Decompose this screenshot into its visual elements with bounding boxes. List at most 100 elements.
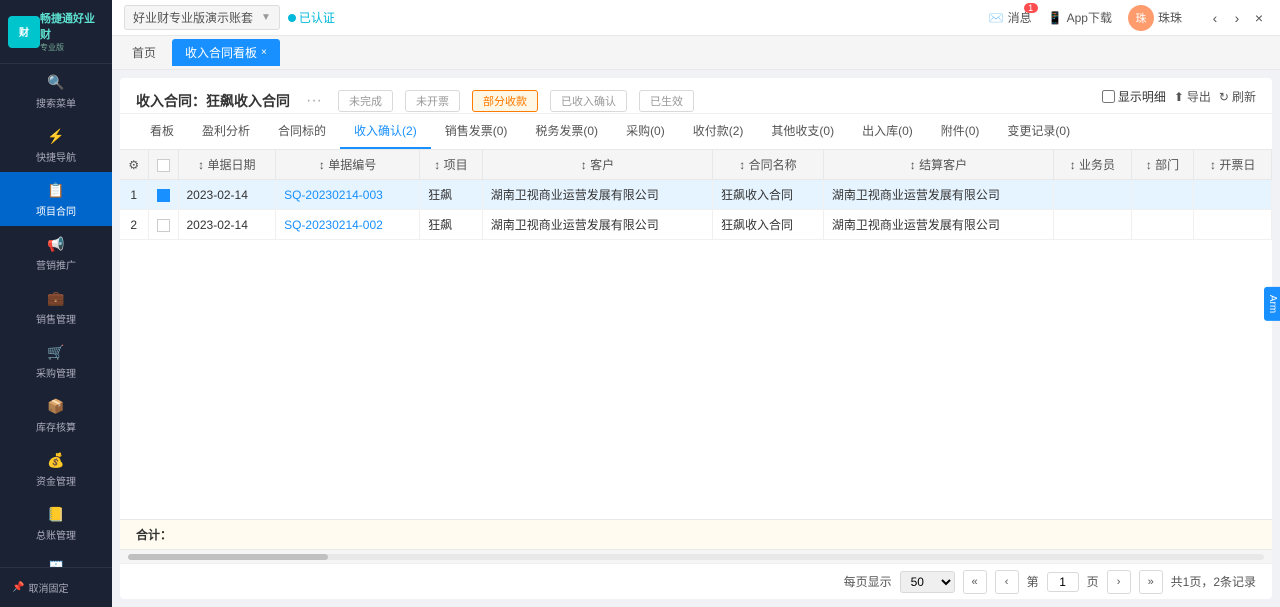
tab-home[interactable]: 首页 — [120, 40, 168, 65]
table-footer: 合计： — [120, 519, 1272, 549]
row-number-link[interactable]: SQ-20230214-002 — [284, 218, 383, 232]
prev-page-button[interactable]: ‹ — [995, 570, 1019, 594]
tab-subject[interactable]: 合同标的 — [264, 114, 340, 149]
refresh-button[interactable]: ↻ 刷新 — [1219, 88, 1256, 105]
tab-close-button[interactable]: × — [261, 47, 267, 58]
marketing-icon: 📢 — [46, 234, 66, 254]
tab-kanban[interactable]: 看板 — [136, 114, 188, 149]
status-partial-btn[interactable]: 部分收款 — [472, 90, 538, 112]
select-all-checkbox[interactable] — [157, 159, 170, 172]
row-number[interactable]: SQ-20230214-002 — [276, 210, 420, 240]
user-avatar[interactable]: 珠 珠珠 — [1128, 5, 1182, 31]
contract-header-actions: 显示明细 ⬆ 导出 ↻ 刷新 — [1102, 88, 1256, 113]
status-no-invoice-btn[interactable]: 未开票 — [405, 90, 460, 112]
tabbar: 首页 收入合同看板 × — [112, 36, 1280, 70]
prev-window-button[interactable]: ‹ — [1206, 9, 1224, 27]
sidebar-item-invoice[interactable]: 🧾 发票管理 — [0, 550, 112, 567]
invoice-date-col-header[interactable]: ↕ 开票日 — [1194, 150, 1272, 180]
next-window-button[interactable]: › — [1228, 9, 1246, 27]
sidebar-item-inventory[interactable]: 📦 库存核算 — [0, 388, 112, 442]
download-icon: 📱 — [1048, 11, 1063, 25]
pin-icon: 📌 — [12, 582, 24, 593]
company-selector[interactable]: 好业财专业版演示账套 ▼ — [124, 5, 280, 30]
tab-contract-board[interactable]: 收入合同看板 × — [172, 39, 280, 66]
settings-col-header[interactable]: ⚙ — [120, 150, 148, 180]
quicknav-icon: ⚡ — [46, 126, 66, 146]
tab-payment[interactable]: 收付款(2) — [679, 114, 758, 149]
scrollbar-thumb[interactable] — [128, 554, 328, 560]
date-col-header[interactable]: ↕ 单据日期 — [178, 150, 276, 180]
row-checkbox[interactable] — [157, 189, 170, 202]
department-col-header[interactable]: ↕ 部门 — [1131, 150, 1194, 180]
sidebar-item-general-ledger[interactable]: 📒 总账管理 — [0, 496, 112, 550]
window-controls: ‹ › × — [1206, 9, 1268, 27]
app-download-button[interactable]: 📱 App下载 — [1048, 9, 1112, 26]
row-project: 狂飙 — [420, 180, 483, 210]
scrollbar-track — [128, 554, 1264, 560]
row-department — [1131, 210, 1194, 240]
tab-profit[interactable]: 盈利分析 — [188, 114, 264, 149]
tab-sales-invoice[interactable]: 销售发票(0) — [431, 114, 522, 149]
checkbox-col-header[interactable] — [148, 150, 178, 180]
close-window-button[interactable]: × — [1250, 9, 1268, 27]
page-unit-text: 页 — [1087, 573, 1099, 590]
next-page-button[interactable]: › — [1107, 570, 1131, 594]
row-checkbox[interactable] — [157, 219, 170, 232]
tab-other[interactable]: 其他收支(0) — [757, 114, 848, 149]
number-col-header[interactable]: ↕ 单据编号 — [276, 150, 420, 180]
first-page-button[interactable]: « — [963, 570, 987, 594]
status-confirmed-btn[interactable]: 已收入确认 — [550, 90, 627, 112]
customer-col-header[interactable]: ↕ 客户 — [482, 150, 712, 180]
message-icon: ✉️ — [989, 11, 1004, 25]
arm-button[interactable]: Arm — [1264, 286, 1280, 320]
show-details-checkbox[interactable]: 显示明细 — [1102, 88, 1166, 105]
tab-tax-invoice[interactable]: 税务发票(0) — [521, 114, 612, 149]
show-details-input[interactable] — [1102, 90, 1115, 103]
sidebar-item-search[interactable]: 🔍 搜索菜单 — [0, 64, 112, 118]
floating-action-panel: Arm — [1264, 286, 1280, 320]
sidebar-item-purchase[interactable]: 🛒 采购管理 — [0, 334, 112, 388]
tab-attachment[interactable]: 附件(0) — [927, 114, 994, 149]
tab-warehouse[interactable]: 出入库(0) — [848, 114, 927, 149]
verified-badge: 已认证 — [288, 9, 335, 26]
row-department — [1131, 180, 1194, 210]
contract-header: 收入合同：狂飙收入合同 ··· 未完成 未开票 部分收款 已收入确认 已生效 显… — [120, 78, 1272, 114]
capital-icon: 💰 — [46, 450, 66, 470]
export-icon: ⬆ — [1174, 90, 1184, 104]
row-invoice-date — [1194, 180, 1272, 210]
tab-purchase[interactable]: 采购(0) — [612, 114, 679, 149]
tab-income[interactable]: 收入确认(2) — [340, 114, 431, 149]
sidebar-item-sales[interactable]: 💼 销售管理 — [0, 280, 112, 334]
unpin-button[interactable]: 📌 取消固定 — [8, 576, 104, 599]
avatar: 珠 — [1128, 5, 1154, 31]
status-active-btn[interactable]: 已生效 — [639, 90, 694, 112]
row-checkbox-cell[interactable] — [148, 180, 178, 210]
sidebar-item-quick-nav[interactable]: ⚡ 快捷导航 — [0, 118, 112, 172]
row-settings-cell: 1 — [120, 180, 148, 210]
page-size-select[interactable]: 50 20 100 — [900, 571, 955, 593]
contract-content: 收入合同：狂飙收入合同 ··· 未完成 未开票 部分收款 已收入确认 已生效 显… — [120, 78, 1272, 599]
settlement-customer-col-header[interactable]: ↕ 结算客户 — [823, 150, 1053, 180]
horizontal-scrollbar[interactable] — [120, 549, 1272, 563]
salesperson-col-header[interactable]: ↕ 业务员 — [1054, 150, 1132, 180]
total-label: 合计： — [136, 526, 172, 543]
message-button[interactable]: ✉️ 1 消息 — [989, 9, 1032, 26]
project-col-header[interactable]: ↕ 项目 — [420, 150, 483, 180]
page-number-input[interactable] — [1047, 572, 1079, 592]
contract-name-col-header[interactable]: ↕ 合同名称 — [713, 150, 824, 180]
row-checkbox-cell[interactable] — [148, 210, 178, 240]
status-incomplete-btn[interactable]: 未完成 — [338, 90, 393, 112]
sidebar-item-project-contract[interactable]: 📋 项目合同 — [0, 172, 112, 226]
last-page-button[interactable]: » — [1139, 570, 1163, 594]
tab-change-log[interactable]: 变更记录(0) — [993, 114, 1084, 149]
row-number[interactable]: SQ-20230214-003 — [276, 180, 420, 210]
row-number-link[interactable]: SQ-20230214-003 — [284, 188, 383, 202]
row-salesperson — [1054, 180, 1132, 210]
invoice-icon: 🧾 — [46, 558, 66, 567]
pagination: 每页显示 50 20 100 « ‹ 第 页 › » 共1页，2条记录 — [120, 563, 1272, 599]
export-button[interactable]: ⬆ 导出 — [1174, 88, 1211, 105]
sidebar-item-marketing[interactable]: 📢 营销推广 — [0, 226, 112, 280]
sidebar-logo: 财 畅捷通好业财 专业版 — [0, 0, 112, 64]
more-button[interactable]: ··· — [302, 92, 326, 110]
sidebar-item-capital[interactable]: 💰 资金管理 — [0, 442, 112, 496]
